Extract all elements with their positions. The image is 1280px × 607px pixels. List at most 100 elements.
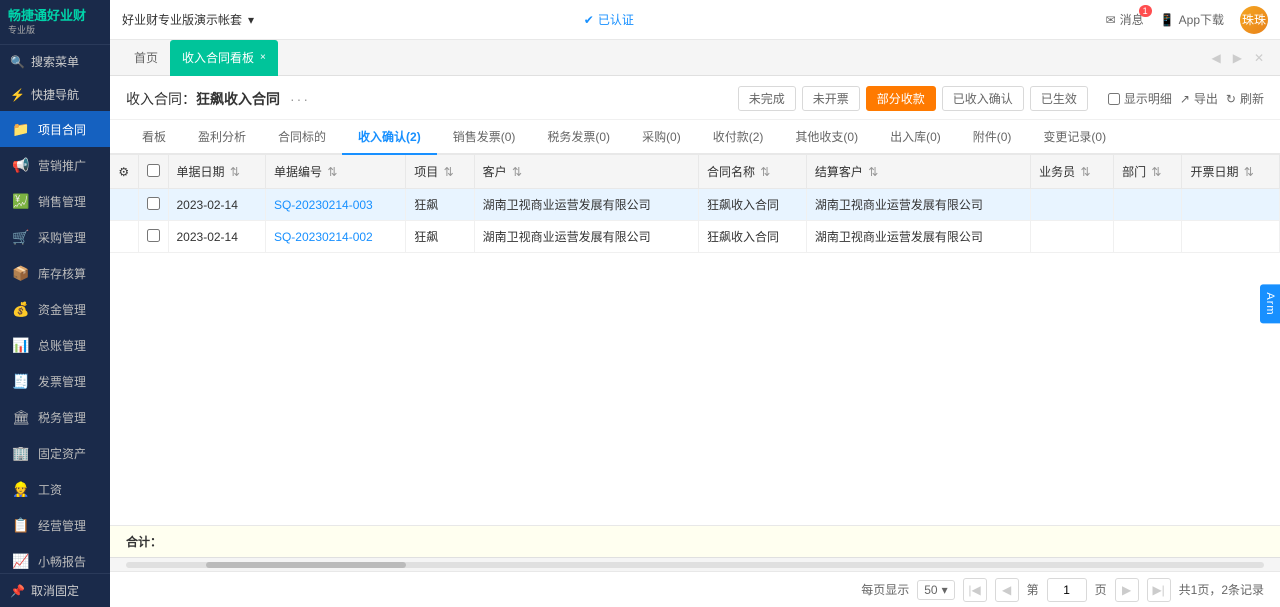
nav-item-label: 资金管理 (38, 301, 86, 318)
status-btn-1[interactable]: 未开票 (802, 86, 860, 111)
sub-tab-0[interactable]: 看板 (126, 120, 182, 155)
project-col-header[interactable]: 项目 ⇅ (406, 155, 474, 189)
avatar[interactable]: 珠珠 (1240, 6, 1268, 34)
gear-icon[interactable]: ⚙ (118, 165, 129, 179)
per-page-selector[interactable]: 50 ▾ (917, 580, 954, 600)
sidebar-item-11[interactable]: 📋 经营管理 (0, 507, 110, 543)
nav-item-icon: 📊 (12, 336, 30, 354)
sidebar-item-5[interactable]: 💰 资金管理 (0, 291, 110, 327)
row-check[interactable] (138, 221, 168, 253)
table-row[interactable]: 2023-02-14 SQ-20230214-002 狂飙 湖南卫视商业运营发展… (110, 221, 1280, 253)
status-btn-3[interactable]: 已收入确认 (942, 86, 1024, 111)
sub-tab-2[interactable]: 合同标的 (262, 120, 342, 155)
avatar-name: 珠珠 (1242, 11, 1266, 28)
tab-close-button[interactable]: ✕ (1250, 47, 1268, 69)
invoicedate-col-header[interactable]: 开票日期 ⇅ (1182, 155, 1280, 189)
quick-nav[interactable]: ⚡ 快捷导航 (0, 78, 110, 111)
salesman-col-header[interactable]: 业务员 ⇅ (1031, 155, 1114, 189)
page-input[interactable] (1047, 578, 1087, 602)
settle-col-header[interactable]: 结算客户 ⇅ (806, 155, 1030, 189)
sidebar-item-4[interactable]: 📦 库存核算 (0, 255, 110, 291)
status-btn-2[interactable]: 部分收款 (866, 86, 936, 111)
topbar: 好业财专业版演示帐套 ▾ ✔ 已认证 ✉ 消息 1 📱 App下载 珠珠 (110, 0, 1280, 40)
sidebar-item-8[interactable]: 🏛 税务管理 (0, 399, 110, 435)
contract-tab[interactable]: 收入合同看板 × (170, 40, 278, 76)
sidebar-item-0[interactable]: 📁 项目合同 (0, 111, 110, 147)
tab-label: 收入合同看板 (182, 49, 254, 66)
sub-tab-6[interactable]: 采购(0) (626, 120, 697, 155)
sidebar-item-7[interactable]: 🧾 发票管理 (0, 363, 110, 399)
bill-link[interactable]: SQ-20230214-002 (274, 230, 373, 244)
verified-badge: ✔ 已认证 (584, 11, 634, 28)
tab-prev-button[interactable]: ◀ (1207, 47, 1224, 69)
sort-icon: ⇅ (444, 165, 454, 179)
scrollbar-thumb[interactable] (206, 562, 406, 568)
customer-col-header[interactable]: 客户 ⇅ (474, 155, 698, 189)
sidebar-logo: 畅捷通好业财 专业版 (0, 0, 110, 45)
row-invoicedate (1182, 221, 1280, 253)
company-selector[interactable]: 好业财专业版演示帐套 ▾ (122, 11, 574, 28)
sidebar-item-2[interactable]: 💹 销售管理 (0, 183, 110, 219)
right-panel[interactable]: Arm (1260, 284, 1280, 323)
select-all-checkbox[interactable] (147, 164, 160, 177)
next-page-button[interactable]: ▶ (1115, 578, 1139, 602)
sub-tab-5[interactable]: 税务发票(0) (531, 120, 626, 155)
sub-tab-3[interactable]: 收入确认(2) (342, 120, 437, 155)
row-customer: 湖南卫视商业运营发展有限公司 (474, 221, 698, 253)
contract-col-header[interactable]: 合同名称 ⇅ (698, 155, 806, 189)
table-container[interactable]: ⚙ 单据日期 ⇅ 单据编号 ⇅ 项目 ⇅ 客户 ⇅ 合同名称 ⇅ 结算客户 ⇅ … (110, 155, 1280, 525)
row-billno[interactable]: SQ-20230214-003 (265, 189, 405, 221)
status-btn-0[interactable]: 未完成 (738, 86, 796, 111)
sub-tab-8[interactable]: 其他收支(0) (779, 120, 874, 155)
sidebar-item-9[interactable]: 🏢 固定资产 (0, 435, 110, 471)
export-button[interactable]: ↗ 导出 (1180, 90, 1218, 107)
tab-next-button[interactable]: ▶ (1229, 47, 1246, 69)
prev-page-button[interactable]: ◀ (995, 578, 1019, 602)
nav-item-label: 库存核算 (38, 265, 86, 282)
first-page-button[interactable]: |◀ (963, 578, 987, 602)
more-button[interactable]: ··· (290, 91, 310, 107)
sidebar-item-1[interactable]: 📢 营销推广 (0, 147, 110, 183)
bill-link[interactable]: SQ-20230214-003 (274, 198, 373, 212)
sidebar-item-3[interactable]: 🛒 采购管理 (0, 219, 110, 255)
sort-icon: ⇅ (1151, 165, 1161, 179)
message-button[interactable]: ✉ 消息 1 (1106, 11, 1144, 28)
right-panel-icon[interactable]: Arm (1260, 284, 1280, 323)
table-row[interactable]: 2023-02-14 SQ-20230214-003 狂飙 湖南卫视商业运营发展… (110, 189, 1280, 221)
gear-col-header[interactable]: ⚙ (110, 155, 138, 189)
topbar-right: ✉ 消息 1 📱 App下载 珠珠 (1106, 6, 1268, 34)
sub-tab-10[interactable]: 附件(0) (957, 120, 1028, 155)
scrollbar-track[interactable] (126, 562, 1264, 568)
refresh-button[interactable]: ↻ 刷新 (1226, 90, 1264, 107)
verified-check-icon: ✔ (584, 13, 594, 27)
horizontal-scrollbar[interactable] (110, 557, 1280, 571)
table-footer: 合计： (110, 525, 1280, 557)
nav-section: 📁 项目合同 📢 营销推广 💹 销售管理 🛒 采购管理 📦 库存核算 💰 资金管… (0, 111, 110, 573)
check-col-header[interactable] (138, 155, 168, 189)
row-billno[interactable]: SQ-20230214-002 (265, 221, 405, 253)
nav-item-icon: 📦 (12, 264, 30, 282)
sidebar-item-12[interactable]: 📈 小畅报告 (0, 543, 110, 573)
home-tab[interactable]: 首页 (122, 40, 170, 76)
sub-tab-9[interactable]: 出入库(0) (874, 120, 957, 155)
status-btn-4[interactable]: 已生效 (1030, 86, 1088, 111)
sub-tab-11[interactable]: 变更记录(0) (1027, 120, 1122, 155)
tab-close-icon[interactable]: × (260, 52, 266, 63)
dept-col-header[interactable]: 部门 ⇅ (1114, 155, 1182, 189)
app-download-button[interactable]: 📱 App下载 (1160, 11, 1224, 28)
sub-tab-1[interactable]: 盈利分析 (182, 120, 262, 155)
app-label: App下载 (1179, 11, 1224, 28)
sub-tab-4[interactable]: 销售发票(0) (437, 120, 532, 155)
show-detail-checkbox[interactable]: 显示明细 (1108, 90, 1172, 107)
sidebar-item-10[interactable]: 👷 工资 (0, 471, 110, 507)
row-check[interactable] (138, 189, 168, 221)
sidebar-item-6[interactable]: 📊 总账管理 (0, 327, 110, 363)
sidebar-bottom[interactable]: 📌 取消固定 (0, 573, 110, 607)
next-icon: ▶ (1122, 583, 1131, 597)
date-col-header[interactable]: 单据日期 ⇅ (168, 155, 265, 189)
sort-icon: ⇅ (512, 165, 522, 179)
sub-tab-7[interactable]: 收付款(2) (697, 120, 780, 155)
billno-col-header[interactable]: 单据编号 ⇅ (265, 155, 405, 189)
last-page-button[interactable]: ▶| (1147, 578, 1171, 602)
sidebar-search[interactable]: 🔍 搜索菜单 (0, 45, 110, 78)
